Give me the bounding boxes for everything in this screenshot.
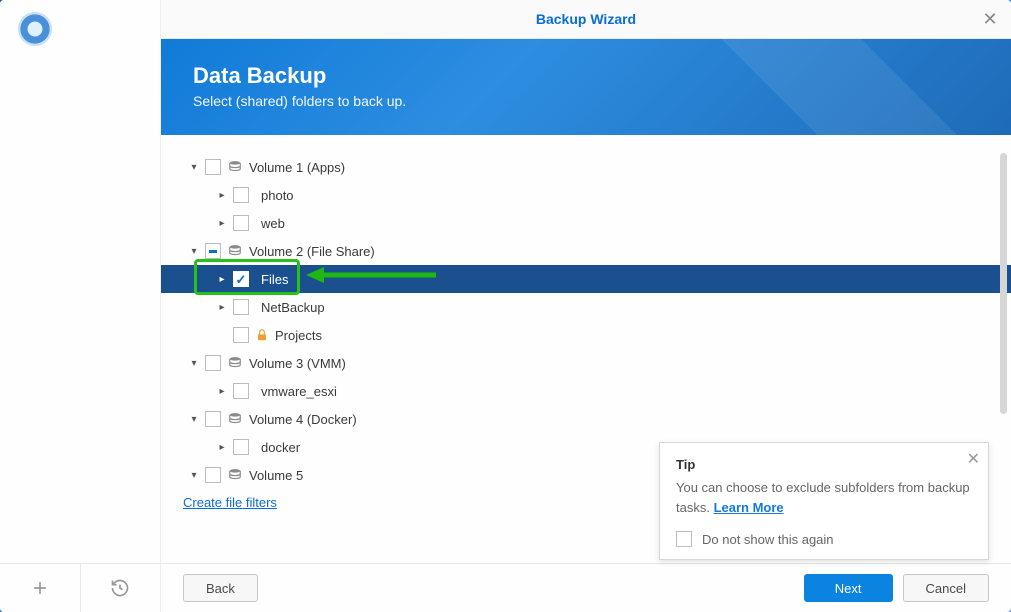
chevron-right-icon[interactable]: ▸ <box>217 218 227 228</box>
sidebar-bottom-tools <box>0 563 160 612</box>
tree-row[interactable]: ▾ Volume 1 (Apps) <box>183 153 989 181</box>
checkbox[interactable] <box>676 531 692 547</box>
tip-body: You can choose to exclude subfolders fro… <box>676 478 972 517</box>
tree-row[interactable]: ▸ web <box>183 209 989 237</box>
close-button[interactable]: ✕ <box>979 8 1001 30</box>
close-icon: ✕ <box>967 451 980 468</box>
tree-item-label: Volume 5 <box>249 468 303 483</box>
tip-dont-show-label: Do not show this again <box>702 532 834 547</box>
volume-icon <box>227 356 243 370</box>
tree-item-label: photo <box>261 188 294 203</box>
chevron-down-icon[interactable]: ▾ <box>189 470 199 480</box>
app-logo-icon[interactable] <box>18 12 52 46</box>
chevron-down-icon[interactable]: ▾ <box>189 414 199 424</box>
chevron-right-icon[interactable]: ▸ <box>217 302 227 312</box>
tree-row[interactable]: ▸ photo <box>183 181 989 209</box>
checkbox[interactable] <box>233 271 249 287</box>
checkbox[interactable] <box>205 243 221 259</box>
page-subtitle: Select (shared) folders to back up. <box>193 93 979 109</box>
chevron-right-icon[interactable]: ▸ <box>217 274 227 284</box>
scrollbar-thumb[interactable] <box>1000 153 1007 414</box>
learn-more-link[interactable]: Learn More <box>714 500 784 515</box>
hero-banner: Data Backup Select (shared) folders to b… <box>161 39 1011 135</box>
chevron-down-icon[interactable]: ▾ <box>189 246 199 256</box>
titlebar: Backup Wizard ✕ <box>161 0 1011 39</box>
lock-icon <box>255 328 269 342</box>
tree-row[interactable]: Projects <box>183 321 989 349</box>
tree-item-label: Projects <box>275 328 322 343</box>
next-button[interactable]: Next <box>804 574 893 602</box>
checkbox[interactable] <box>205 159 221 175</box>
scrollbar[interactable] <box>1000 153 1007 515</box>
chevron-down-icon[interactable]: ▾ <box>189 162 199 172</box>
tree-item-label: web <box>261 216 285 231</box>
page-title: Data Backup <box>193 63 979 89</box>
folder-tree[interactable]: ▾ Volume 1 (Apps) ▸ photo ▸ web ▾ Volume 2 (Fil… <box>183 153 989 489</box>
cancel-button[interactable]: Cancel <box>903 574 989 602</box>
tree-item-label: Volume 1 (Apps) <box>249 160 345 175</box>
create-file-filters-link[interactable]: Create file filters <box>183 495 277 510</box>
checkbox[interactable] <box>233 383 249 399</box>
tree-row[interactable]: ▾ Volume 2 (File Share) <box>183 237 989 265</box>
tree-item-label: Volume 3 (VMM) <box>249 356 346 371</box>
tip-title: Tip <box>676 457 972 472</box>
tree-item-label: vmware_esxi <box>261 384 337 399</box>
history-icon <box>110 578 130 598</box>
checkbox[interactable] <box>205 411 221 427</box>
close-icon: ✕ <box>982 9 997 30</box>
tip-popover: ✕ Tip You can choose to exclude subfolde… <box>659 442 989 560</box>
checkbox[interactable] <box>205 355 221 371</box>
tree-row[interactable]: ▸ vmware_esxi <box>183 377 989 405</box>
back-button[interactable]: Back <box>183 574 258 602</box>
tree-item-label: Files <box>261 272 288 287</box>
checkbox[interactable] <box>233 187 249 203</box>
chevron-right-icon[interactable]: ▸ <box>217 442 227 452</box>
app-sidebar <box>0 0 161 612</box>
main-panel: Backup Wizard ✕ Data Backup Select (shar… <box>161 0 1011 612</box>
checkbox[interactable] <box>233 215 249 231</box>
tree-row[interactable]: ▾ Volume 4 (Docker) <box>183 405 989 433</box>
checkbox[interactable] <box>233 299 249 315</box>
tree-row[interactable]: ▾ Volume 3 (VMM) <box>183 349 989 377</box>
checkbox[interactable] <box>233 327 249 343</box>
checkbox[interactable] <box>233 439 249 455</box>
chevron-right-icon[interactable]: ▸ <box>217 386 227 396</box>
window-title: Backup Wizard <box>536 11 636 27</box>
tip-dont-show-row[interactable]: Do not show this again <box>676 531 972 547</box>
tree-row[interactable]: ▸ NetBackup <box>183 293 989 321</box>
volume-icon <box>227 244 243 258</box>
tree-item-label: docker <box>261 440 300 455</box>
chevron-down-icon[interactable]: ▾ <box>189 358 199 368</box>
add-task-button[interactable] <box>0 564 81 612</box>
checkbox[interactable] <box>205 467 221 483</box>
tree-item-label: Volume 4 (Docker) <box>249 412 357 427</box>
disclosure-spacer <box>217 330 227 340</box>
history-button[interactable] <box>81 564 161 612</box>
backup-wizard-window: Backup Wizard ✕ Data Backup Select (shar… <box>0 0 1011 612</box>
chevron-right-icon[interactable]: ▸ <box>217 190 227 200</box>
tree-item-label: NetBackup <box>261 300 325 315</box>
tip-close-button[interactable]: ✕ <box>967 449 980 469</box>
tree-row[interactable]: ▸ Files <box>161 265 1011 293</box>
tree-item-label: Volume 2 (File Share) <box>249 244 375 259</box>
wizard-footer: Back Next Cancel <box>161 563 1011 612</box>
plus-icon <box>30 578 50 598</box>
volume-icon <box>227 160 243 174</box>
volume-icon <box>227 412 243 426</box>
volume-icon <box>227 468 243 482</box>
